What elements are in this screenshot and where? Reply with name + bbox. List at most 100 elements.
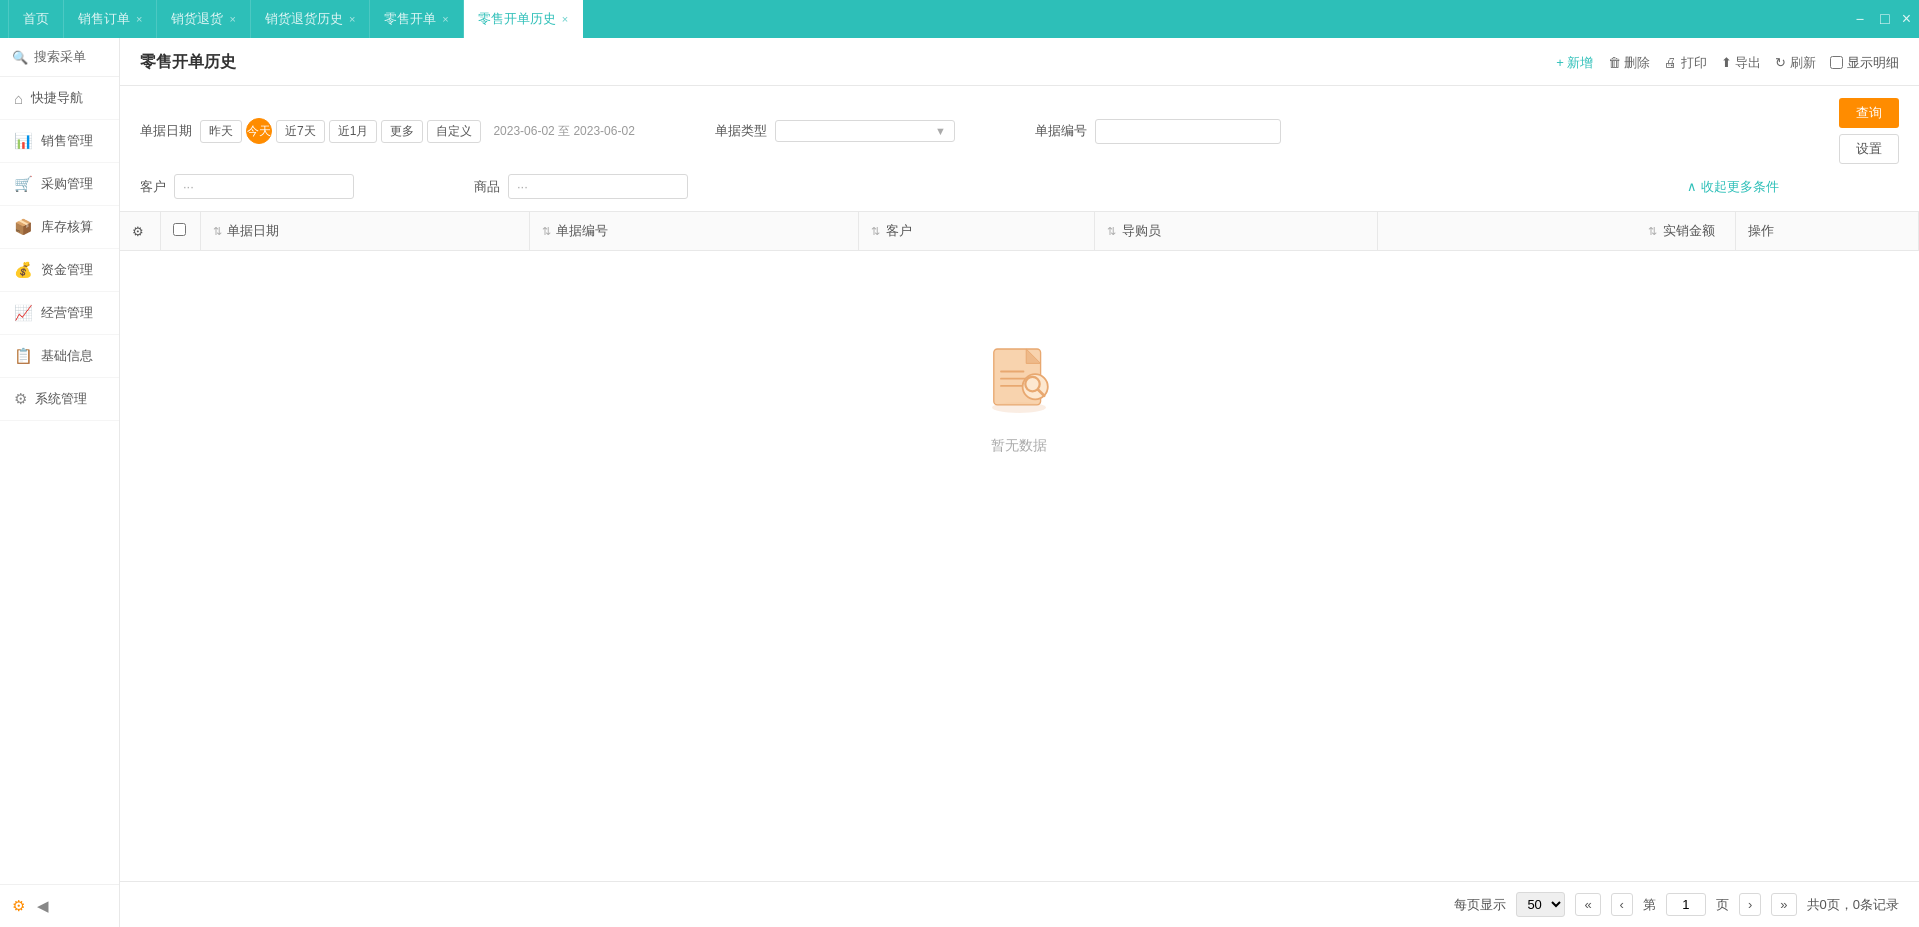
settings-icon: ⚙ [132, 224, 144, 239]
close-tab-retail-order-history[interactable]: × [562, 13, 568, 25]
sidebar-item-label: 采购管理 [41, 175, 93, 193]
next-page-button[interactable]: › [1739, 893, 1761, 916]
sidebar-search-label: 搜索采单 [34, 48, 86, 66]
sidebar-item-quick-nav[interactable]: ⌂ 快捷导航 [0, 77, 119, 120]
pagination-bar: 每页显示 50 « ‹ 第 页 › » 共0页，0条记录 [120, 881, 1919, 927]
content: 零售开单历史 + 新增 🗑 删除 🖨 打印 ⬆ 导出 ↻ 刷新 显示明细 [120, 38, 1919, 927]
window-controls: － □ × [1852, 9, 1911, 30]
filter-customer-item: 客户 ··· [140, 174, 354, 199]
date-btn-7days[interactable]: 近7天 [276, 120, 325, 143]
th-no[interactable]: ⇅ 单据编号 [529, 212, 858, 251]
tab-home[interactable]: 首页 [8, 0, 64, 38]
tab-retail-order-history[interactable]: 零售开单历史 × [464, 0, 583, 38]
refresh-button[interactable]: ↻ 刷新 [1775, 54, 1816, 72]
last-page-button[interactable]: » [1771, 893, 1796, 916]
prev-page-button[interactable]: ‹ [1611, 893, 1633, 916]
sidebar: 🔍 搜索采单 ⌂ 快捷导航 📊 销售管理 🛒 采购管理 📦 库存核算 💰 资金管… [0, 38, 120, 927]
th-action: 操作 [1735, 212, 1918, 251]
th-customer[interactable]: ⇅ 客户 [859, 212, 1095, 251]
date-label: 单据日期 [140, 122, 192, 140]
date-btn-today[interactable]: 今天 [246, 118, 272, 144]
window-minimize[interactable]: － [1852, 9, 1868, 30]
chevron-down-icon: ▼ [935, 125, 946, 137]
empty-state: 暂无数据 [120, 251, 1919, 535]
page-size-label: 每页显示 [1454, 896, 1506, 914]
no-input[interactable] [1095, 119, 1281, 144]
close-tab-sales-return-history[interactable]: × [349, 13, 355, 25]
empty-state-row: 暂无数据 [120, 251, 1919, 536]
purchase-icon: 🛒 [14, 175, 33, 193]
sort-icon: ⇅ [1107, 225, 1116, 237]
sidebar-settings-icon[interactable]: ⚙ [12, 897, 25, 915]
th-amount[interactable]: ⇅ 实销金额 [1377, 212, 1735, 251]
first-page-button[interactable]: « [1575, 893, 1600, 916]
filter-date-item: 单据日期 昨天 今天 近7天 近1月 更多 自定义 2023-06-02 至 2… [140, 118, 635, 144]
close-tab-sales-return[interactable]: × [229, 13, 235, 25]
sidebar-item-label: 经营管理 [41, 304, 93, 322]
sidebar-item-inventory[interactable]: 📦 库存核算 [0, 206, 119, 249]
data-table: ⚙ ⇅ 单据日期 ⇅ 单据编号 [120, 212, 1919, 535]
sidebar-item-system[interactable]: ⚙ 系统管理 [0, 378, 119, 421]
delete-button[interactable]: 🗑 删除 [1608, 54, 1651, 72]
tab-sales-order[interactable]: 销售订单 × [64, 0, 157, 38]
empty-text: 暂无数据 [991, 437, 1047, 455]
date-btn-custom[interactable]: 自定义 [427, 120, 481, 143]
date-buttons: 昨天 今天 近7天 近1月 更多 自定义 [200, 118, 481, 144]
type-select[interactable]: ▼ [775, 120, 955, 142]
sidebar-item-operation[interactable]: 📈 经营管理 [0, 292, 119, 335]
filter-type-item: 单据类型 ▼ [715, 120, 955, 142]
page-input[interactable] [1666, 893, 1706, 916]
date-btn-more[interactable]: 更多 [381, 120, 423, 143]
query-button[interactable]: 查询 [1839, 98, 1899, 128]
tab-sales-return[interactable]: 销货退货 × [157, 0, 250, 38]
sidebar-item-basic-info[interactable]: 📋 基础信息 [0, 335, 119, 378]
tab-sales-return-history[interactable]: 销货退货历史 × [251, 0, 370, 38]
operation-icon: 📈 [14, 304, 33, 322]
date-btn-1month[interactable]: 近1月 [329, 120, 378, 143]
sort-icon: ⇅ [213, 225, 222, 237]
sidebar-item-label: 销售管理 [41, 132, 93, 150]
th-settings[interactable]: ⚙ [120, 212, 160, 251]
empty-illustration [974, 331, 1064, 421]
tab-retail-order[interactable]: 零售开单 × [370, 0, 463, 38]
sort-icon: ⇅ [871, 225, 880, 237]
sidebar-item-label: 资金管理 [41, 261, 93, 279]
goods-select[interactable]: ··· [508, 174, 688, 199]
close-tab-retail-order[interactable]: × [442, 13, 448, 25]
sidebar-item-label: 快捷导航 [31, 89, 83, 107]
filter-row-1: 单据日期 昨天 今天 近7天 近1月 更多 自定义 2023-06-02 至 2… [140, 98, 1899, 164]
customer-placeholder: ··· [183, 179, 194, 194]
page-title-row: 零售开单历史 + 新增 🗑 删除 🖨 打印 ⬆ 导出 ↻ 刷新 显示明细 [140, 52, 1899, 73]
sidebar-item-sales[interactable]: 📊 销售管理 [0, 120, 119, 163]
close-tab-sales-order[interactable]: × [136, 13, 142, 25]
type-label: 单据类型 [715, 122, 767, 140]
page-size-select[interactable]: 50 [1516, 892, 1565, 917]
sidebar-item-label: 系统管理 [35, 390, 87, 408]
add-button[interactable]: + 新增 [1556, 54, 1593, 72]
th-guide[interactable]: ⇅ 导购员 [1094, 212, 1377, 251]
settings-button[interactable]: 设置 [1839, 134, 1899, 164]
th-date[interactable]: ⇅ 单据日期 [200, 212, 529, 251]
window-maximize[interactable]: □ [1880, 10, 1890, 28]
sort-icon: ⇅ [1648, 225, 1657, 237]
customer-select[interactable]: ··· [174, 174, 354, 199]
sidebar-item-purchase[interactable]: 🛒 采购管理 [0, 163, 119, 206]
th-checkbox[interactable] [160, 212, 200, 251]
sales-icon: 📊 [14, 132, 33, 150]
sidebar-search[interactable]: 🔍 搜索采单 [0, 38, 119, 77]
window-close[interactable]: × [1902, 10, 1911, 28]
search-icon: 🔍 [12, 50, 28, 65]
sidebar-collapse-icon[interactable]: ◀ [37, 897, 49, 915]
select-all-checkbox[interactable] [173, 223, 186, 236]
sidebar-item-finance[interactable]: 💰 资金管理 [0, 249, 119, 292]
show-detail-input[interactable] [1830, 56, 1843, 69]
page-label: 页 [1716, 896, 1729, 914]
date-btn-yesterday[interactable]: 昨天 [200, 120, 242, 143]
page-label-pre: 第 [1643, 896, 1656, 914]
goods-placeholder: ··· [517, 179, 528, 194]
inventory-icon: 📦 [14, 218, 33, 236]
print-button[interactable]: 🖨 打印 [1664, 54, 1707, 72]
collapse-button[interactable]: ∧ 收起更多条件 [1687, 178, 1779, 196]
export-button[interactable]: ⬆ 导出 [1721, 54, 1762, 72]
show-detail-checkbox[interactable]: 显示明细 [1830, 54, 1899, 72]
